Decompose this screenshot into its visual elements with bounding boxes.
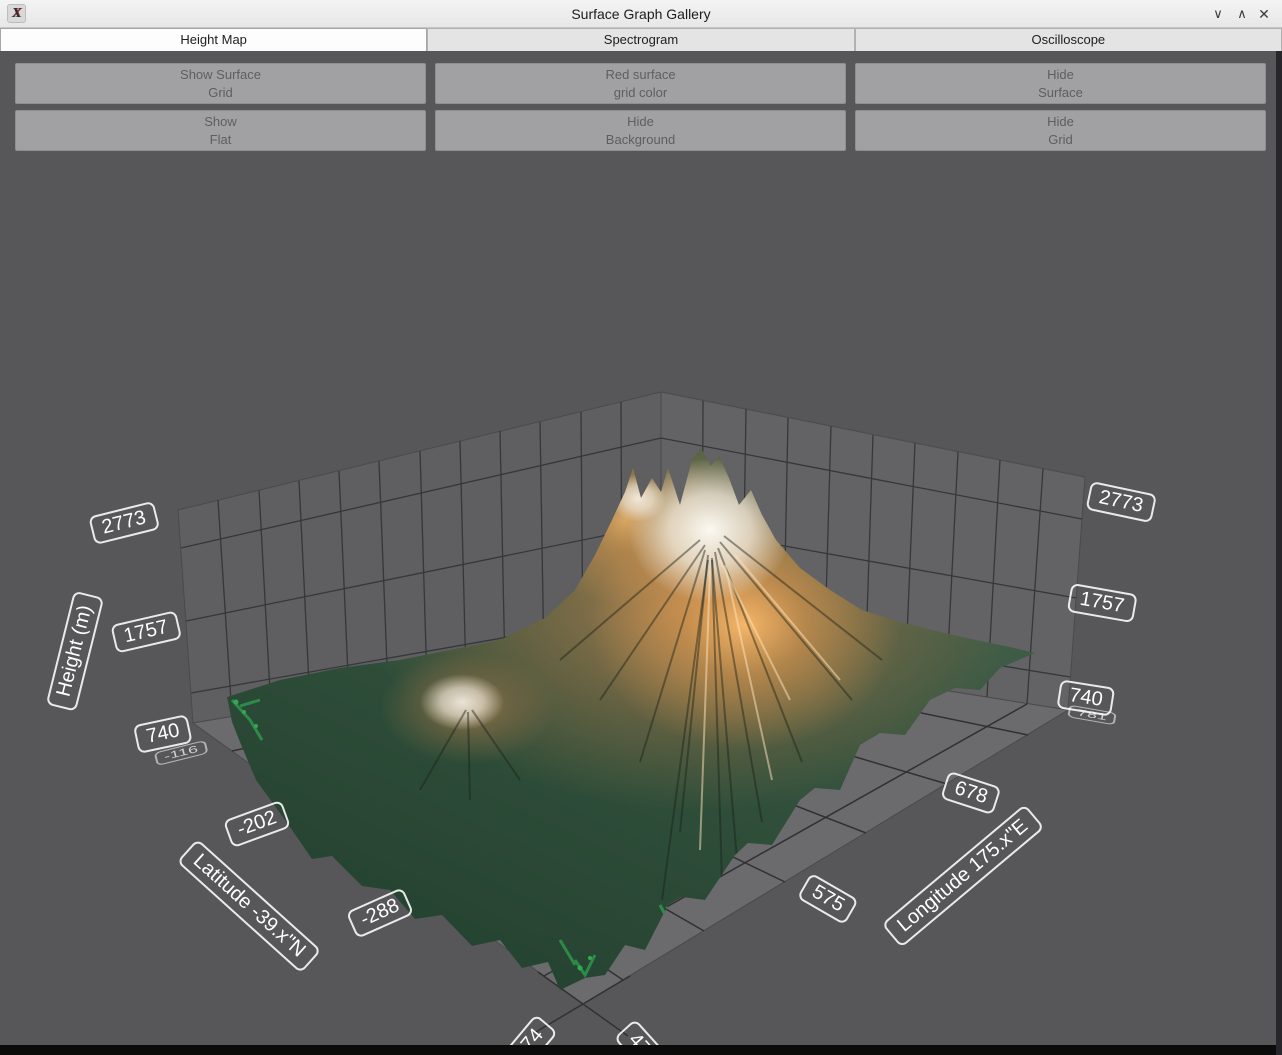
button-label-line1: Show Surface <box>16 66 425 84</box>
button-label-line2: Background <box>436 131 845 149</box>
hide-background-button[interactable]: Hide Background <box>435 110 846 151</box>
surface-3d-view[interactable]: -116 2773 1757 740 Height (m) -202 -288 … <box>0 0 1282 1045</box>
toolbar: Show Surface Grid Red surface grid color… <box>15 63 1266 151</box>
button-label-line1: Hide <box>436 113 845 131</box>
taskbar-edge <box>0 1045 1282 1055</box>
application-window: -116 2773 1757 740 Height (m) -202 -288 … <box>0 0 1282 1055</box>
background-window-edge <box>1276 51 1282 1055</box>
button-label-line2: grid color <box>436 84 845 102</box>
surface-3d-canvas <box>0 0 1282 1045</box>
button-label-line2: Flat <box>16 131 425 149</box>
show-surface-grid-button[interactable]: Show Surface Grid <box>15 63 426 104</box>
red-surface-grid-color-button[interactable]: Red surface grid color <box>435 63 846 104</box>
button-label-line1: Hide <box>856 66 1265 84</box>
button-label-line1: Hide <box>856 113 1265 131</box>
window-maximize-button[interactable]: ∧ <box>1230 0 1254 28</box>
button-label-line1: Red surface <box>436 66 845 84</box>
tab-spectrogram[interactable]: Spectrogram <box>427 28 854 51</box>
window-shade-button[interactable]: ∨ <box>1206 0 1230 28</box>
button-label-line1: Show <box>16 113 425 131</box>
window-title: Surface Graph Gallery <box>0 0 1282 28</box>
hide-grid-button[interactable]: Hide Grid <box>855 110 1266 151</box>
tab-bar: Height Map Spectrogram Oscilloscope <box>0 28 1282 51</box>
button-label-line2: Grid <box>16 84 425 102</box>
tab-oscilloscope[interactable]: Oscilloscope <box>855 28 1282 51</box>
titlebar: X Surface Graph Gallery ∨ ∧ ✕ <box>0 0 1282 28</box>
button-label-line2: Grid <box>856 131 1265 149</box>
hide-surface-button[interactable]: Hide Surface <box>855 63 1266 104</box>
button-label-line2: Surface <box>856 84 1265 102</box>
window-close-button[interactable]: ✕ <box>1252 0 1276 28</box>
show-flat-button[interactable]: Show Flat <box>15 110 426 151</box>
tab-height-map[interactable]: Height Map <box>0 28 427 51</box>
